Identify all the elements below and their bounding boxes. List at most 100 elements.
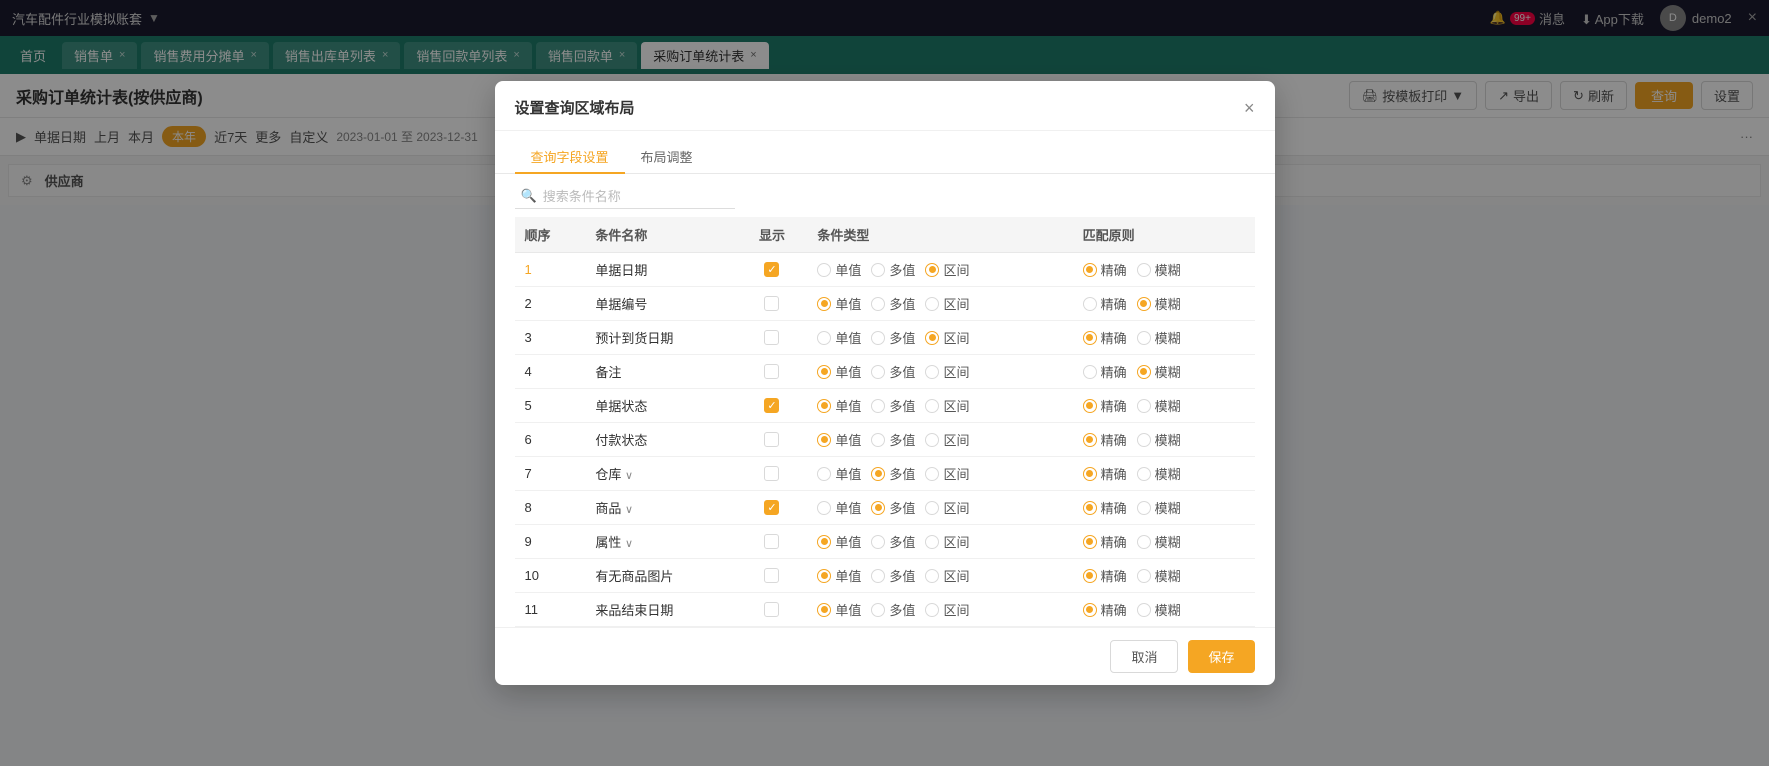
type-radio-区间[interactable]: 区间 bbox=[925, 600, 969, 619]
radio-circle bbox=[871, 331, 885, 345]
type-radio-区间[interactable]: 区间 bbox=[925, 566, 969, 585]
match-radio-模糊[interactable]: 模糊 bbox=[1137, 464, 1181, 483]
type-radio-单值[interactable]: 单值 bbox=[817, 498, 861, 517]
table-row: 3预计到货日期单值多值区间精确模糊 bbox=[515, 321, 1255, 355]
display-checkbox[interactable] bbox=[764, 296, 779, 311]
display-checkbox[interactable] bbox=[764, 330, 779, 345]
match-radio-模糊[interactable]: 模糊 bbox=[1137, 396, 1181, 415]
type-radio-单值[interactable]: 单值 bbox=[817, 396, 861, 415]
type-radio-多值[interactable]: 多值 bbox=[871, 566, 915, 585]
row-display bbox=[736, 559, 807, 593]
modal-tabs: 查询字段设置 布局调整 bbox=[495, 131, 1275, 174]
type-radio-区间[interactable]: 区间 bbox=[925, 532, 969, 551]
modal-close-btn[interactable]: × bbox=[1244, 99, 1255, 117]
match-radio-精确[interactable]: 精确 bbox=[1083, 430, 1127, 449]
type-radio-单值[interactable]: 单值 bbox=[817, 294, 861, 313]
row-name: 预计到货日期 bbox=[585, 321, 736, 355]
match-radio-模糊[interactable]: 模糊 bbox=[1137, 260, 1181, 279]
row-type: 单值多值区间 bbox=[807, 423, 1072, 457]
cancel-btn[interactable]: 取消 bbox=[1110, 640, 1178, 673]
radio-circle bbox=[871, 535, 885, 549]
type-radio-单值[interactable]: 单值 bbox=[817, 260, 861, 279]
modal-tab-layout[interactable]: 布局调整 bbox=[625, 141, 709, 174]
match-radio-精确[interactable]: 精确 bbox=[1083, 362, 1127, 381]
save-btn[interactable]: 保存 bbox=[1188, 640, 1254, 673]
display-checkbox[interactable] bbox=[764, 262, 779, 277]
type-radio-多值[interactable]: 多值 bbox=[871, 430, 915, 449]
row-type: 单值多值区间 bbox=[807, 525, 1072, 559]
row-name: 商品 ∨ bbox=[585, 491, 736, 525]
match-radio-模糊[interactable]: 模糊 bbox=[1137, 328, 1181, 347]
match-radio-精确[interactable]: 精确 bbox=[1083, 566, 1127, 585]
match-radio-精确[interactable]: 精确 bbox=[1083, 600, 1127, 619]
table-row: 2单据编号单值多值区间精确模糊 bbox=[515, 287, 1255, 321]
type-radio-单值[interactable]: 单值 bbox=[817, 430, 861, 449]
type-radio-单值[interactable]: 单值 bbox=[817, 362, 861, 381]
radio-circle bbox=[871, 297, 885, 311]
row-match: 精确模糊 bbox=[1073, 355, 1255, 389]
match-radio-模糊[interactable]: 模糊 bbox=[1137, 430, 1181, 449]
type-radio-单值[interactable]: 单值 bbox=[817, 566, 861, 585]
radio-circle bbox=[1083, 535, 1097, 549]
row-match: 精确模糊 bbox=[1073, 321, 1255, 355]
type-radio-多值[interactable]: 多值 bbox=[871, 294, 915, 313]
display-checkbox[interactable] bbox=[764, 534, 779, 549]
match-radio-模糊[interactable]: 模糊 bbox=[1137, 362, 1181, 381]
type-radio-多值[interactable]: 多值 bbox=[871, 396, 915, 415]
match-radio-精确[interactable]: 精确 bbox=[1083, 498, 1127, 517]
row-name: 付款状态 bbox=[585, 423, 736, 457]
modal-table-wrap: 顺序 条件名称 显示 条件类型 匹配原则 1单据日期单值多值区间精确模糊2单据编… bbox=[495, 217, 1275, 627]
modal-tab-query[interactable]: 查询字段设置 bbox=[515, 141, 625, 174]
type-radio-多值[interactable]: 多值 bbox=[871, 498, 915, 517]
display-checkbox[interactable] bbox=[764, 432, 779, 447]
display-checkbox[interactable] bbox=[764, 602, 779, 617]
match-radio-模糊[interactable]: 模糊 bbox=[1137, 566, 1181, 585]
display-checkbox[interactable] bbox=[764, 398, 779, 413]
type-radio-区间[interactable]: 区间 bbox=[925, 430, 969, 449]
type-radio-区间[interactable]: 区间 bbox=[925, 328, 969, 347]
type-radio-多值[interactable]: 多值 bbox=[871, 600, 915, 619]
type-radio-单值[interactable]: 单值 bbox=[817, 600, 861, 619]
radio-circle bbox=[817, 467, 831, 481]
row-type: 单值多值区间 bbox=[807, 287, 1072, 321]
table-row: 11来品结束日期单值多值区间精确模糊 bbox=[515, 593, 1255, 627]
display-checkbox[interactable] bbox=[764, 500, 779, 515]
match-radio-精确[interactable]: 精确 bbox=[1083, 294, 1127, 313]
display-checkbox[interactable] bbox=[764, 364, 779, 379]
row-order: 8 bbox=[515, 491, 586, 525]
type-radio-区间[interactable]: 区间 bbox=[925, 498, 969, 517]
type-radio-多值[interactable]: 多值 bbox=[871, 464, 915, 483]
match-radio-精确[interactable]: 精确 bbox=[1083, 464, 1127, 483]
match-radio-模糊[interactable]: 模糊 bbox=[1137, 498, 1181, 517]
type-radio-多值[interactable]: 多值 bbox=[871, 362, 915, 381]
match-radio-模糊[interactable]: 模糊 bbox=[1137, 294, 1181, 313]
type-radio-单值[interactable]: 单值 bbox=[817, 328, 861, 347]
display-checkbox[interactable] bbox=[764, 466, 779, 481]
type-radio-多值[interactable]: 多值 bbox=[871, 260, 915, 279]
type-radio-区间[interactable]: 区间 bbox=[925, 464, 969, 483]
radio-circle bbox=[817, 569, 831, 583]
type-radio-区间[interactable]: 区间 bbox=[925, 362, 969, 381]
match-radio-模糊[interactable]: 模糊 bbox=[1137, 600, 1181, 619]
radio-circle bbox=[1137, 297, 1151, 311]
radio-circle bbox=[1083, 263, 1097, 277]
type-radio-多值[interactable]: 多值 bbox=[871, 328, 915, 347]
table-row: 9属性 ∨单值多值区间精确模糊 bbox=[515, 525, 1255, 559]
type-radio-区间[interactable]: 区间 bbox=[925, 260, 969, 279]
row-display bbox=[736, 491, 807, 525]
type-radio-单值[interactable]: 单值 bbox=[817, 532, 861, 551]
match-radio-精确[interactable]: 精确 bbox=[1083, 532, 1127, 551]
match-radio-模糊[interactable]: 模糊 bbox=[1137, 532, 1181, 551]
search-input[interactable] bbox=[543, 189, 723, 204]
type-radio-区间[interactable]: 区间 bbox=[925, 294, 969, 313]
type-radio-多值[interactable]: 多值 bbox=[871, 532, 915, 551]
search-icon: 🔍 bbox=[521, 188, 537, 204]
table-row: 8商品 ∨ 单值多值区间 精确模糊 bbox=[515, 491, 1255, 525]
type-radio-区间[interactable]: 区间 bbox=[925, 396, 969, 415]
match-radio-精确[interactable]: 精确 bbox=[1083, 328, 1127, 347]
type-radio-单值[interactable]: 单值 bbox=[817, 464, 861, 483]
radio-circle bbox=[925, 569, 939, 583]
match-radio-精确[interactable]: 精确 bbox=[1083, 260, 1127, 279]
match-radio-精确[interactable]: 精确 bbox=[1083, 396, 1127, 415]
display-checkbox[interactable] bbox=[764, 568, 779, 583]
